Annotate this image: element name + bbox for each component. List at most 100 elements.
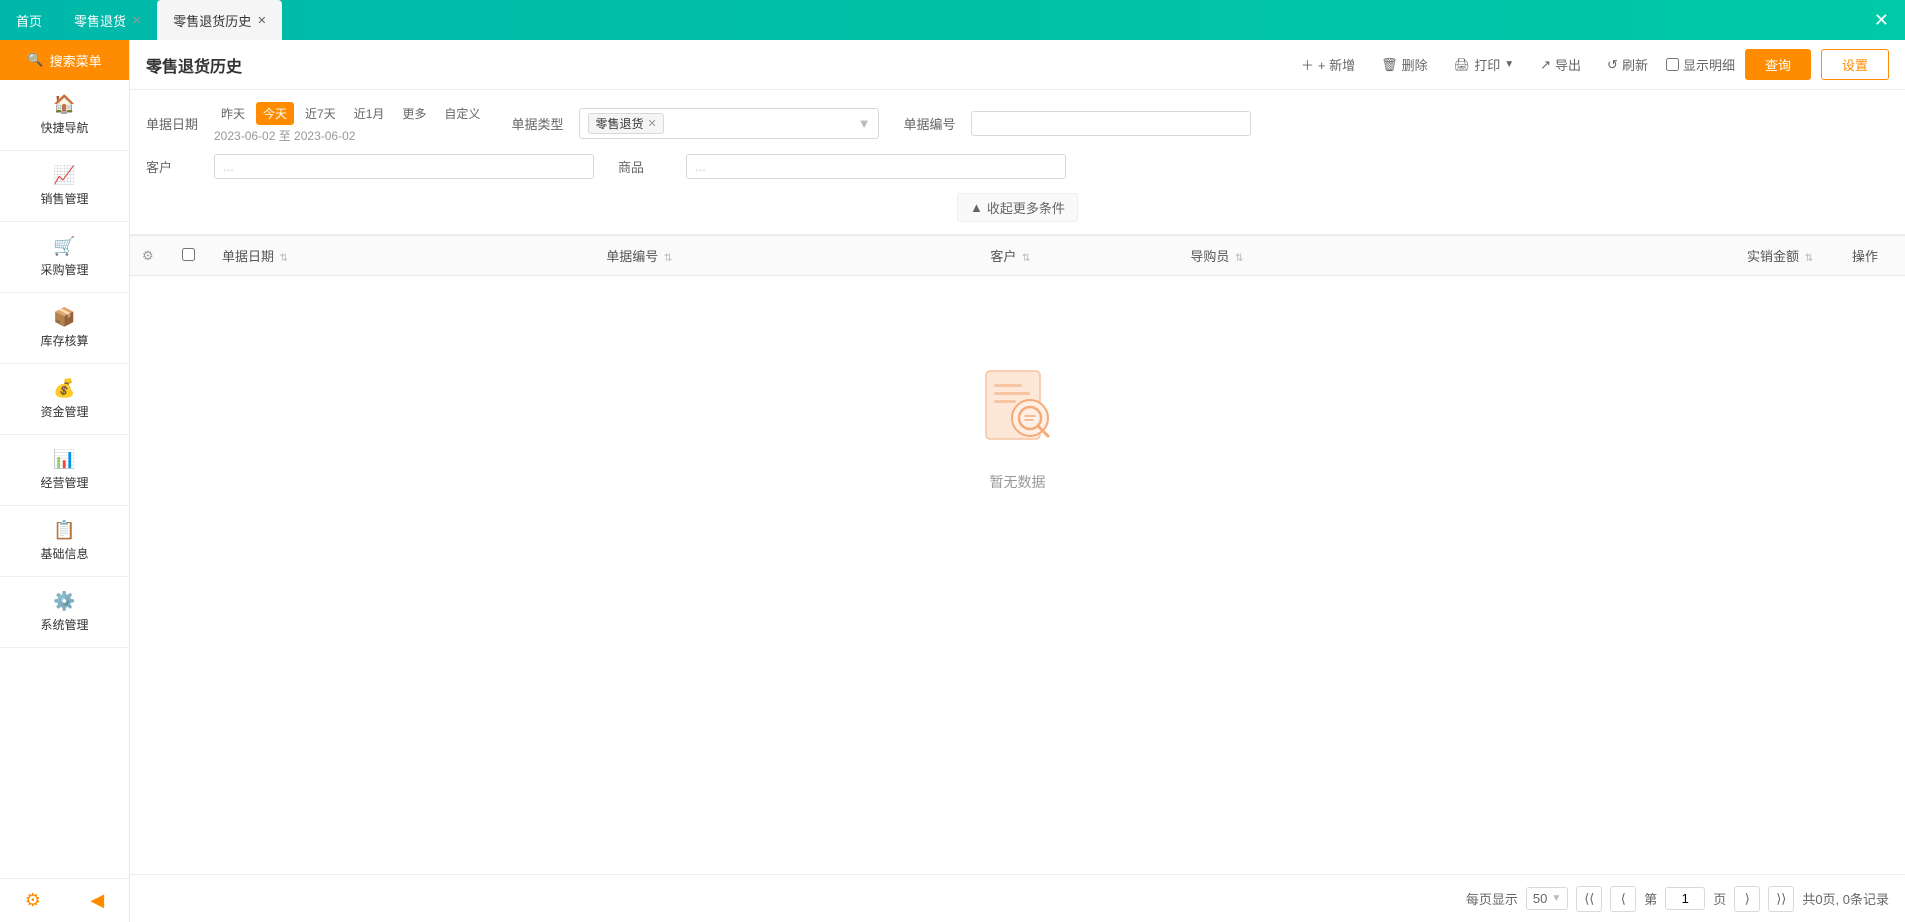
- col-date-label: 单据日期: [222, 249, 274, 264]
- sidebar-item-inventory[interactable]: 📦 库存核算: [0, 293, 129, 364]
- page-size-arrow: ▼: [1551, 893, 1561, 904]
- page-size-select[interactable]: 50 ▼: [1526, 887, 1568, 910]
- add-button[interactable]: ＋ + 新增: [1293, 51, 1363, 78]
- main-content: 零售退货历史 ＋ + 新增 🗑 删除 🖨 打印 ▼ ↗ 导出: [130, 40, 1905, 922]
- table-header-row: ⚙ 单据日期 ⇅ 单据编号 ⇅: [130, 236, 1905, 276]
- tab-retail-return-close[interactable]: ✕: [132, 14, 141, 27]
- inventory-icon: 📦: [53, 307, 75, 328]
- col-guide[interactable]: 导购员 ⇅: [1178, 236, 1338, 276]
- date-btn-1month[interactable]: 近1月: [347, 102, 392, 125]
- type-select[interactable]: 零售退货 ✕ ▼: [579, 108, 879, 139]
- system-icon: ⚙️: [53, 591, 75, 612]
- col-actual-label: 实销金额: [1747, 249, 1799, 264]
- col-spacer: [1338, 236, 1440, 276]
- date-shortcuts: 昨天 今天 近7天 近1月 更多 自定义: [214, 102, 487, 125]
- collapse-label: 收起更多条件: [987, 198, 1065, 217]
- col-customer-label: 客户: [990, 249, 1016, 264]
- delete-button[interactable]: 🗑 删除: [1373, 51, 1436, 78]
- customer-filter-label: 客户: [146, 157, 206, 176]
- date-btn-custom[interactable]: 自定义: [437, 102, 487, 125]
- type-filter: 单据类型 零售退货 ✕ ▼: [511, 108, 879, 139]
- date-filter-label: 单据日期: [146, 114, 206, 133]
- delete-icon: 🗑: [1381, 57, 1398, 73]
- sidebar-item-quick-nav[interactable]: 🏠 快捷导航: [0, 80, 129, 151]
- col-settings[interactable]: ⚙: [130, 236, 170, 276]
- sidebar-item-operations[interactable]: 📊 经营管理: [0, 435, 129, 506]
- first-page-btn[interactable]: ⟨⟨: [1576, 886, 1602, 912]
- search-icon: 🔍: [27, 52, 43, 68]
- print-icon: 🖨: [1454, 57, 1471, 73]
- col-number[interactable]: 单据编号 ⇅: [594, 236, 978, 276]
- customer-sort-icon: ⇅: [1022, 253, 1030, 264]
- empty-state: 暂无数据: [130, 276, 1905, 572]
- pagination-bar: 每页显示 50 ▼ ⟨⟨ ⟨ 第 页 ⟩ ⟩⟩ 共0页, 0条记录: [130, 874, 1905, 922]
- print-label: 打印: [1474, 55, 1500, 74]
- col-customer[interactable]: 客户 ⇅: [978, 236, 1178, 276]
- sidebar-item-inventory-label: 库存核算: [40, 332, 88, 349]
- col-actual[interactable]: 实销金额 ⇅: [1441, 236, 1825, 276]
- col-check: [170, 236, 210, 276]
- print-button[interactable]: 🖨 打印 ▼: [1446, 51, 1522, 78]
- data-table: ⚙ 单据日期 ⇅ 单据编号 ⇅: [130, 235, 1905, 572]
- purchase-icon: 🛒: [53, 236, 75, 257]
- empty-state-row: 暂无数据: [130, 276, 1905, 573]
- add-icon: ＋: [1301, 55, 1314, 74]
- display-detail-label: 显示明细: [1666, 55, 1735, 74]
- date-btn-more[interactable]: 更多: [395, 102, 433, 125]
- finance-icon: 💰: [53, 378, 75, 399]
- display-detail-checkbox[interactable]: [1666, 58, 1679, 71]
- filter-row-1: 单据日期 昨天 今天 近7天 近1月 更多 自定义 2023-06-02 至 2…: [146, 102, 1889, 144]
- tab-retail-return[interactable]: 零售退货 ✕: [58, 0, 157, 40]
- sidebar-item-sales[interactable]: 📈 销售管理: [0, 151, 129, 222]
- customer-filter: 客户 ...: [146, 154, 594, 179]
- date-btn-7days[interactable]: 近7天: [298, 102, 343, 125]
- export-button[interactable]: ↗ 导出: [1532, 51, 1589, 78]
- page-number-input[interactable]: [1665, 887, 1705, 910]
- settings-gear-icon[interactable]: ⚙: [142, 248, 154, 263]
- add-label: + 新增: [1318, 55, 1355, 74]
- window-close-btn[interactable]: ✕: [1874, 10, 1889, 31]
- actual-sort-icon: ⇅: [1805, 253, 1813, 264]
- sidebar-settings-btn[interactable]: ⚙: [25, 890, 41, 911]
- date-btn-yesterday[interactable]: 昨天: [214, 102, 252, 125]
- page-word2: 页: [1713, 889, 1726, 908]
- page-size-value: 50: [1533, 891, 1547, 906]
- goods-input[interactable]: ...: [686, 154, 1066, 179]
- sidebar-item-operations-label: 经营管理: [40, 474, 88, 491]
- sidebar-item-system[interactable]: ⚙️ 系统管理: [0, 577, 129, 648]
- delete-label: 删除: [1402, 55, 1428, 74]
- type-select-arrow: ▼: [858, 116, 871, 131]
- prev-page-btn[interactable]: ⟨: [1610, 886, 1636, 912]
- select-all-checkbox[interactable]: [182, 248, 195, 261]
- filter-row-2: 客户 ... 商品 ...: [146, 154, 1889, 179]
- sidebar-item-purchase-label: 采购管理: [40, 261, 88, 278]
- tab-retail-return-history[interactable]: 零售退货历史 ✕: [157, 0, 282, 40]
- sidebar-collapse-btn[interactable]: ◀: [90, 890, 104, 911]
- sidebar-bottom: ⚙ ◀: [0, 878, 129, 922]
- sidebar-item-finance[interactable]: 💰 资金管理: [0, 364, 129, 435]
- goods-filter-label: 商品: [618, 157, 678, 176]
- refresh-button[interactable]: ↺ 刷新: [1599, 51, 1656, 78]
- query-button[interactable]: 查询: [1745, 49, 1811, 80]
- voucher-input[interactable]: [971, 111, 1251, 136]
- tab-retail-return-history-close[interactable]: ✕: [257, 14, 266, 27]
- col-action-label: 操作: [1852, 249, 1878, 264]
- col-date[interactable]: 单据日期 ⇅: [210, 236, 594, 276]
- date-btn-today[interactable]: 今天: [256, 102, 294, 125]
- tab-home[interactable]: 首页: [0, 0, 58, 40]
- sidebar-search[interactable]: 🔍 搜索菜单: [0, 40, 129, 80]
- sidebar-item-purchase[interactable]: 🛒 采购管理: [0, 222, 129, 293]
- col-number-label: 单据编号: [606, 249, 658, 264]
- print-dropdown-icon: ▼: [1504, 59, 1514, 70]
- collapse-button[interactable]: ▲ 收起更多条件: [957, 193, 1078, 222]
- type-tag-close[interactable]: ✕: [647, 117, 656, 130]
- col-action: 操作: [1825, 236, 1905, 276]
- next-page-btn[interactable]: ⟩: [1734, 886, 1760, 912]
- last-page-btn[interactable]: ⟩⟩: [1768, 886, 1794, 912]
- total-info: 共0页, 0条记录: [1802, 889, 1889, 908]
- sidebar-item-basic-info[interactable]: 📋 基础信息: [0, 506, 129, 577]
- settings-button[interactable]: 设置: [1821, 49, 1889, 80]
- customer-input[interactable]: ...: [214, 154, 594, 179]
- operations-icon: 📊: [53, 449, 75, 470]
- export-label: 导出: [1555, 55, 1581, 74]
